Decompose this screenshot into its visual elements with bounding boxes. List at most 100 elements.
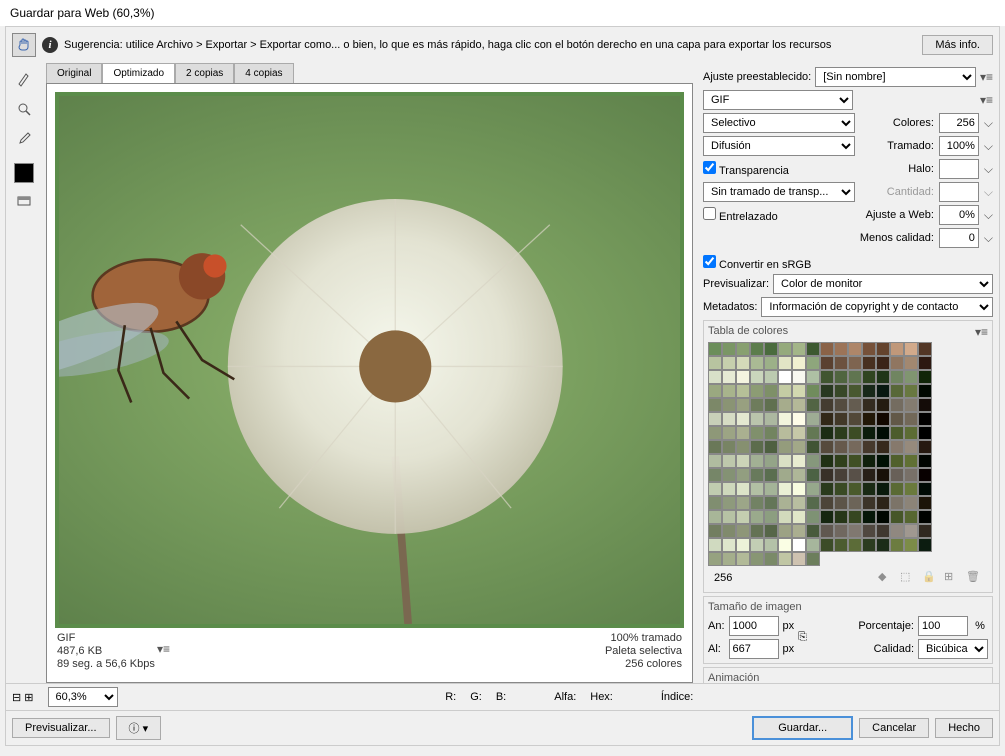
color-swatch-cell[interactable]	[848, 468, 862, 482]
color-swatch-cell[interactable]	[722, 342, 736, 356]
pct-input[interactable]	[918, 616, 968, 636]
color-swatch-cell[interactable]	[736, 356, 750, 370]
color-swatch-cell[interactable]	[750, 482, 764, 496]
color-swatch-cell[interactable]	[722, 398, 736, 412]
color-swatch-cell[interactable]	[904, 398, 918, 412]
done-button[interactable]: Hecho	[935, 718, 993, 738]
color-swatch-cell[interactable]	[736, 468, 750, 482]
color-swatch-cell[interactable]	[792, 454, 806, 468]
preview-menu-icon[interactable]: ▾≡	[157, 642, 170, 656]
color-swatch-cell[interactable]	[764, 524, 778, 538]
quality-select[interactable]: Bicúbica	[918, 639, 988, 659]
color-swatch-cell[interactable]	[708, 496, 722, 510]
color-swatch-cell[interactable]	[876, 482, 890, 496]
color-swatch-cell[interactable]	[736, 426, 750, 440]
ct-icon-pick[interactable]: ◆	[878, 570, 894, 586]
tab-4up[interactable]: 4 copias	[234, 63, 293, 83]
color-swatch-cell[interactable]	[806, 552, 820, 566]
color-swatch-cell[interactable]	[834, 538, 848, 552]
color-swatch-cell[interactable]	[904, 412, 918, 426]
color-swatch-cell[interactable]	[848, 454, 862, 468]
color-swatch-cell[interactable]	[904, 356, 918, 370]
color-swatch-cell[interactable]	[848, 426, 862, 440]
color-swatch-cell[interactable]	[722, 356, 736, 370]
h-input[interactable]	[729, 639, 779, 659]
color-swatch-cell[interactable]	[918, 482, 932, 496]
more-info-button[interactable]: Más info.	[922, 35, 993, 55]
color-swatch-cell[interactable]	[862, 468, 876, 482]
color-swatch-cell[interactable]	[736, 412, 750, 426]
color-swatch-cell[interactable]	[806, 538, 820, 552]
preview-button[interactable]: Previsualizar...	[12, 718, 110, 738]
color-swatch-cell[interactable]	[806, 356, 820, 370]
color-swatch-cell[interactable]	[848, 384, 862, 398]
color-swatch-cell[interactable]	[918, 370, 932, 384]
color-swatch-cell[interactable]	[722, 468, 736, 482]
optimize-menu-icon[interactable]: ▾≡	[980, 93, 993, 107]
color-swatch-cell[interactable]	[806, 342, 820, 356]
color-swatch-cell[interactable]	[876, 370, 890, 384]
color-swatch-cell[interactable]	[778, 538, 792, 552]
color-swatch-cell[interactable]	[708, 426, 722, 440]
color-swatch-cell[interactable]	[806, 384, 820, 398]
color-swatch-cell[interactable]	[806, 468, 820, 482]
color-swatch-cell[interactable]	[862, 482, 876, 496]
meta-select[interactable]: Información de copyright y de contacto	[761, 297, 993, 317]
save-button[interactable]: Guardar...	[752, 716, 853, 740]
color-swatch-cell[interactable]	[918, 426, 932, 440]
color-swatch-cell[interactable]	[848, 370, 862, 384]
color-swatch-cell[interactable]	[736, 398, 750, 412]
color-swatch-cell[interactable]	[904, 426, 918, 440]
ct-icon-trash[interactable]: 🗑	[966, 570, 982, 586]
color-swatch-cell[interactable]	[750, 356, 764, 370]
color-swatch-cell[interactable]	[750, 370, 764, 384]
color-swatch-cell[interactable]	[904, 370, 918, 384]
color-swatch-cell[interactable]	[778, 468, 792, 482]
color-swatch-cell[interactable]	[764, 482, 778, 496]
color-swatch-cell[interactable]	[834, 482, 848, 496]
matte-input[interactable]	[939, 159, 979, 179]
color-swatch-cell[interactable]	[778, 496, 792, 510]
color-swatch-cell[interactable]	[820, 496, 834, 510]
color-swatch-cell[interactable]	[792, 370, 806, 384]
colors-input[interactable]	[939, 113, 979, 133]
color-swatch-cell[interactable]	[764, 398, 778, 412]
color-swatch-cell[interactable]	[834, 342, 848, 356]
color-swatch-cell[interactable]	[778, 524, 792, 538]
color-swatch-cell[interactable]	[848, 342, 862, 356]
color-swatch-cell[interactable]	[876, 510, 890, 524]
color-swatch-cell[interactable]	[778, 412, 792, 426]
color-swatch-cell[interactable]	[764, 510, 778, 524]
dither-select[interactable]: Difusión	[703, 136, 855, 156]
color-swatch-cell[interactable]	[736, 342, 750, 356]
slice-visibility[interactable]	[12, 189, 36, 213]
color-swatch-cell[interactable]	[722, 426, 736, 440]
format-select[interactable]: GIF	[703, 90, 853, 110]
color-swatch-cell[interactable]	[750, 510, 764, 524]
color-swatch-cell[interactable]	[792, 440, 806, 454]
color-swatch-cell[interactable]	[736, 510, 750, 524]
color-swatch-cell[interactable]	[778, 384, 792, 398]
color-swatch-cell[interactable]	[890, 356, 904, 370]
color-swatch-cell[interactable]	[736, 524, 750, 538]
color-swatch-cell[interactable]	[722, 482, 736, 496]
w-input[interactable]	[729, 616, 779, 636]
color-swatch-cell[interactable]	[820, 468, 834, 482]
color-swatch-cell[interactable]	[708, 342, 722, 356]
color-swatch-cell[interactable]	[834, 510, 848, 524]
color-swatch-cell[interactable]	[708, 370, 722, 384]
colors-stepper[interactable]: ⌵	[984, 116, 993, 131]
color-swatch-cell[interactable]	[736, 496, 750, 510]
color-swatch-cell[interactable]	[750, 342, 764, 356]
color-swatch-cell[interactable]	[764, 496, 778, 510]
color-swatch-cell[interactable]	[764, 370, 778, 384]
color-swatch-cell[interactable]	[918, 496, 932, 510]
color-swatch-cell[interactable]	[834, 454, 848, 468]
color-swatch-cell[interactable]	[890, 510, 904, 524]
color-swatch-cell[interactable]	[820, 454, 834, 468]
color-swatch-cell[interactable]	[890, 412, 904, 426]
color-swatch-cell[interactable]	[708, 538, 722, 552]
ct-icon-map[interactable]: ⬚	[900, 570, 916, 586]
color-swatch-cell[interactable]	[806, 524, 820, 538]
color-swatch-cell[interactable]	[806, 482, 820, 496]
